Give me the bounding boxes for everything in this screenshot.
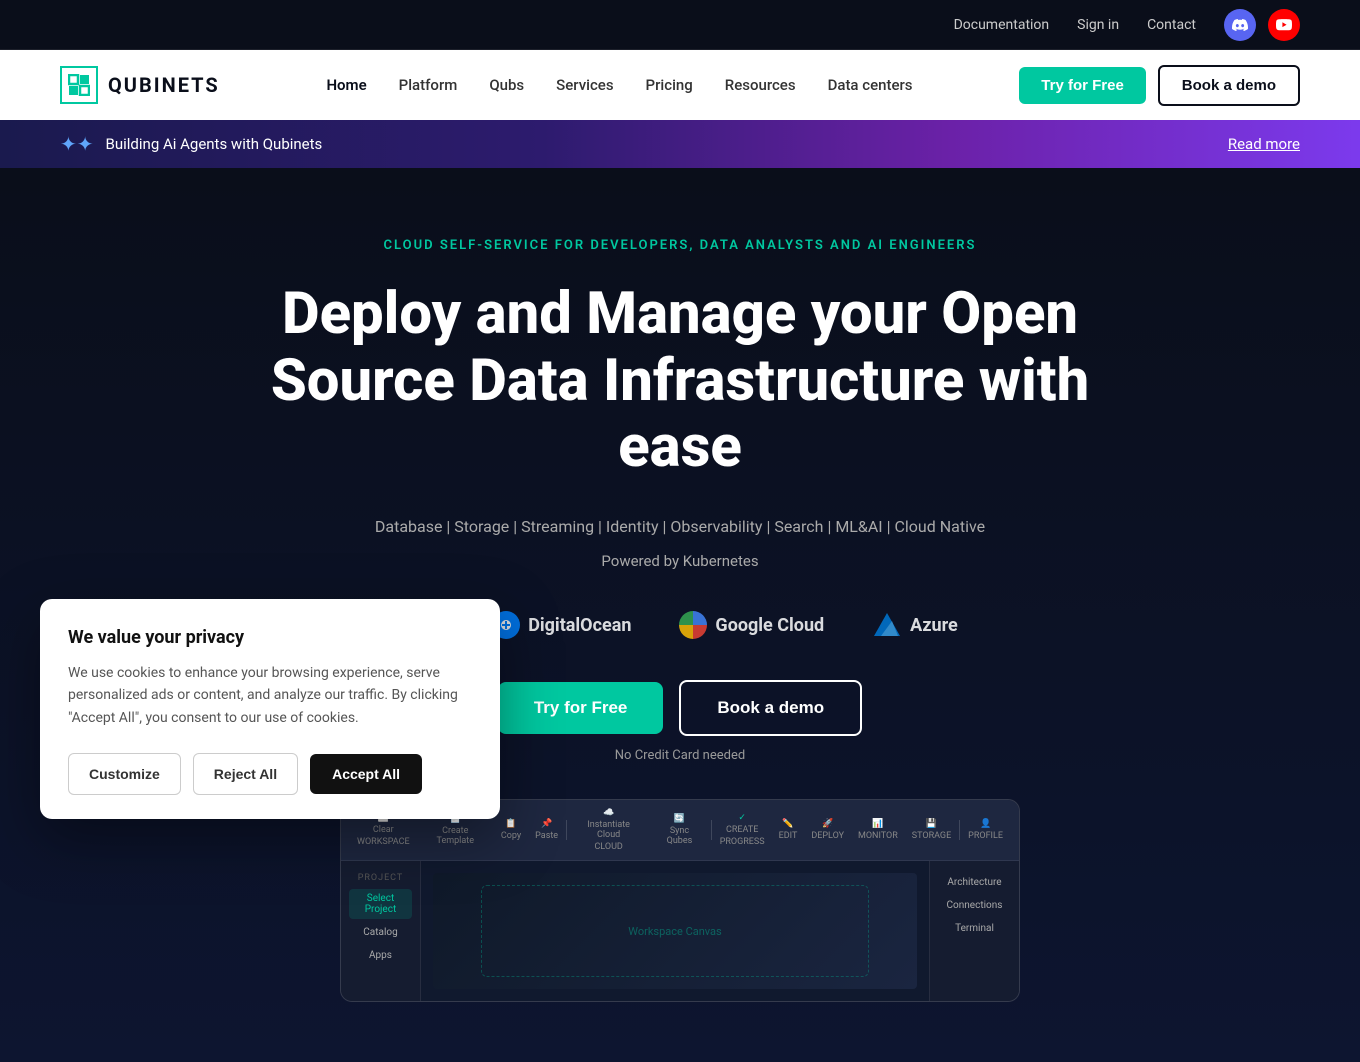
nav-pricing[interactable]: Pricing — [646, 76, 693, 94]
documentation-link[interactable]: Documentation — [954, 17, 1050, 33]
googlecloud-icon — [679, 611, 707, 639]
toolbar-deploy-btn[interactable]: 🚀 DEPLOY — [811, 819, 844, 841]
signin-link[interactable]: Sign in — [1077, 17, 1119, 33]
cookie-reject-button[interactable]: Reject All — [193, 753, 298, 795]
toolbar-storage-btn[interactable]: 💾 STORAGE — [912, 819, 951, 841]
toolbar-profile-btn[interactable]: 👤 PROFILE — [968, 819, 1003, 841]
toolbar-copy-btn[interactable]: 📋 Copy — [501, 819, 521, 841]
nav-try-free-button[interactable]: Try for Free — [1019, 67, 1146, 104]
read-more-link[interactable]: Read more — [1228, 135, 1300, 153]
hero-try-free-button[interactable]: Try for Free — [498, 682, 664, 734]
connections-item[interactable]: Connections — [938, 896, 1011, 915]
app-screenshot: ⬜ Clear WORKSPACE 📄 Create Template 📋 Co… — [340, 799, 1020, 1002]
app-sidebar-left: PROJECT Select Project Catalog Apps — [341, 861, 421, 1001]
nav-data-centers[interactable]: Data centers — [828, 76, 913, 94]
hero-tags: Database | Storage | Streaming | Identit… — [40, 517, 1320, 536]
architecture-item[interactable]: Architecture — [938, 873, 1011, 892]
nav-home[interactable]: Home — [326, 76, 366, 94]
cookie-actions: Customize Reject All Accept All — [68, 753, 472, 795]
azure-icon — [872, 611, 902, 639]
app-content: PROJECT Select Project Catalog Apps Work… — [341, 861, 1019, 1001]
toolbar-instantiate-btn[interactable]: ☁️ Instantiate Cloud CLOUD — [575, 808, 642, 852]
azure-text: Azure — [910, 615, 958, 636]
hero-subtitle: CLOUD SELF-SERVICE FOR DEVELOPERS, DATA … — [40, 238, 1320, 253]
toolbar-paste-btn[interactable]: 📌 Paste — [535, 819, 558, 841]
googlecloud-text: Google Cloud — [715, 615, 824, 636]
cookie-accept-button[interactable]: Accept All — [310, 754, 422, 794]
select-project-item[interactable]: Select Project — [349, 889, 412, 919]
nav-book-demo-button[interactable]: Book a demo — [1158, 65, 1300, 106]
catalog-item[interactable]: Catalog — [349, 923, 412, 942]
social-icons — [1224, 9, 1300, 41]
azure-logo: Azure — [872, 611, 958, 639]
toolbar-edit-btn[interactable]: ✏️ EDIT — [779, 819, 798, 841]
announcement-left: ✦✦ Building Ai Agents with Qubinets — [60, 132, 322, 156]
terminal-item[interactable]: Terminal — [938, 919, 1011, 938]
apps-item[interactable]: Apps — [349, 946, 412, 965]
app-sidebar-right: Architecture Connections Terminal — [929, 861, 1019, 1001]
nav-platform[interactable]: Platform — [399, 76, 458, 94]
logo[interactable]: QUBINETS — [60, 66, 220, 104]
toolbar-sep-3 — [959, 820, 960, 840]
toolbar-sep-2 — [711, 820, 712, 840]
sparkle-icon: ✦✦ — [60, 132, 94, 156]
toolbar-cloud-group: ☁️ Instantiate Cloud CLOUD 🔄 Sync Qubes — [575, 808, 703, 852]
project-section-label: PROJECT — [349, 873, 412, 883]
cookie-title: We value your privacy — [68, 627, 472, 648]
nav-qubs[interactable]: Qubs — [489, 76, 524, 94]
main-nav: QUBINETS Home Platform Qubs Services Pri… — [0, 50, 1360, 120]
app-main-area[interactable]: Workspace Canvas — [421, 861, 929, 1001]
hero-title: Deploy and Manage your Open Source Data … — [250, 281, 1110, 481]
logo-icon — [60, 66, 98, 104]
hero-powered: Powered by Kubernetes — [40, 552, 1320, 570]
hero-book-demo-button[interactable]: Book a demo — [679, 680, 862, 736]
toolbar-create-btn[interactable]: ✓ CREATE PROGRESS — [720, 813, 765, 847]
toolbar-progress-group: ✓ CREATE PROGRESS ✏️ EDIT 🚀 DEPLOY 📊 MON… — [720, 813, 951, 847]
nav-links: Home Platform Qubs Services Pricing Reso… — [326, 76, 912, 94]
cookie-customize-button[interactable]: Customize — [68, 753, 181, 795]
cookie-text: We use cookies to enhance your browsing … — [68, 662, 472, 729]
toolbar-monitor-btn[interactable]: 📊 MONITOR — [858, 819, 898, 841]
googlecloud-logo: Google Cloud — [679, 611, 824, 639]
nav-actions: Try for Free Book a demo — [1019, 65, 1300, 106]
cookie-banner: We value your privacy We use cookies to … — [40, 599, 500, 819]
announcement-text: Building Ai Agents with Qubinets — [106, 135, 323, 153]
nav-services[interactable]: Services — [556, 76, 613, 94]
logo-text: QUBINETS — [108, 73, 220, 97]
discord-icon[interactable] — [1224, 9, 1256, 41]
toolbar-sync-btn[interactable]: 🔄 Sync Qubes — [656, 814, 703, 846]
nav-resources[interactable]: Resources — [725, 76, 796, 94]
announcement-banner: ✦✦ Building Ai Agents with Qubinets Read… — [0, 120, 1360, 168]
digitalocean-text: DigitalOcean — [528, 615, 631, 636]
contact-link[interactable]: Contact — [1147, 17, 1196, 33]
toolbar-sep-1 — [566, 820, 567, 840]
top-bar: Documentation Sign in Contact — [0, 0, 1360, 50]
digitalocean-logo: DigitalOcean — [492, 611, 631, 639]
youtube-icon[interactable] — [1268, 9, 1300, 41]
